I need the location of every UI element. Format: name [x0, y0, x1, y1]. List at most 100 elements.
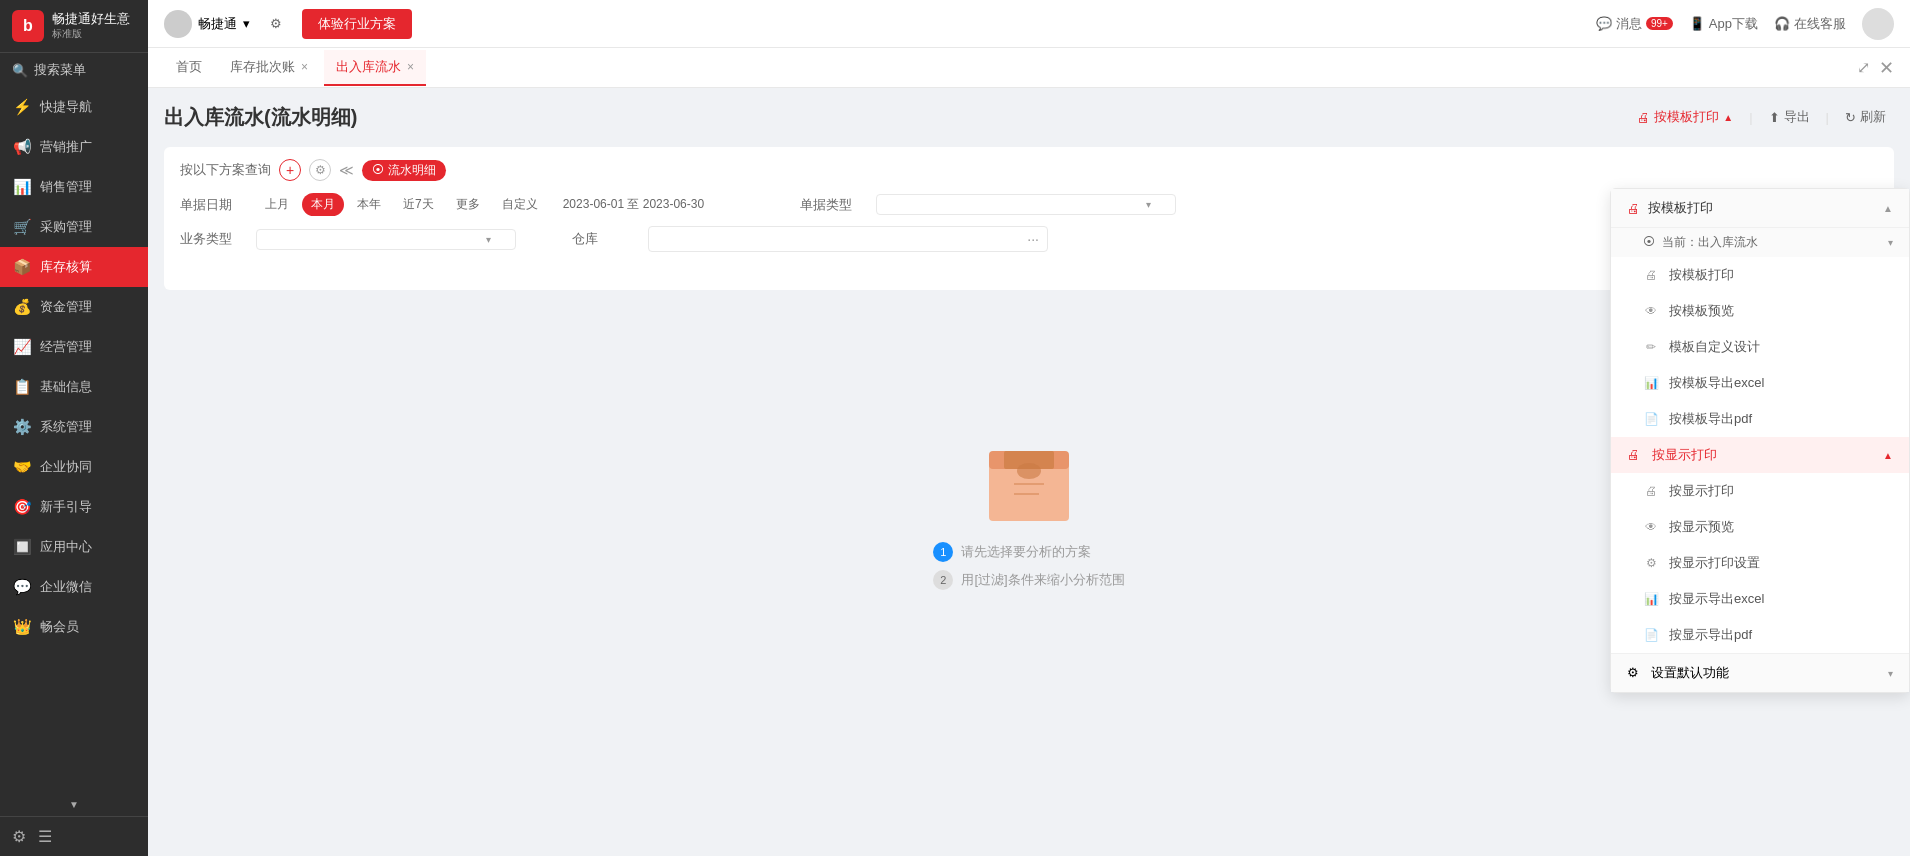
user-avatar[interactable] [1862, 8, 1894, 40]
dropdown-template-export-excel[interactable]: 📊 按模板导出excel [1611, 365, 1909, 401]
sidebar-item-apps[interactable]: 🔲 应用中心 [0, 527, 148, 567]
warehouse-select[interactable]: ··· [648, 226, 1048, 252]
date-btn-7days[interactable]: 近7天 [394, 193, 443, 216]
display-section-label: 按显示打印 [1652, 447, 1717, 462]
sidebar-item-purchase[interactable]: 🛒 采购管理 [0, 207, 148, 247]
template-custom-label: 模板自定义设计 [1669, 338, 1760, 356]
marketing-icon: 📢 [12, 137, 32, 157]
search-icon: 🔍 [12, 63, 28, 78]
empty-steps: 1 请先选择要分析的方案 2 用[过滤]条件来缩小分析范围 [933, 542, 1124, 590]
dropdown-footer[interactable]: ⚙ 设置默认功能 ▾ [1611, 653, 1909, 692]
empty-icon [969, 426, 1089, 526]
app-download-label: App下载 [1709, 15, 1758, 33]
online-service-action[interactable]: 🎧 在线客服 [1774, 15, 1846, 33]
menu-toggle-icon[interactable]: ☰ [38, 827, 52, 846]
dropdown-display-preview[interactable]: 👁 按显示预览 [1611, 509, 1909, 545]
sidebar-item-guide[interactable]: 🎯 新手引导 [0, 487, 148, 527]
dropdown-display-section-header[interactable]: 🖨 按显示打印 ▲ [1611, 437, 1909, 473]
filter-add-button[interactable]: + [279, 159, 301, 181]
template-preview-icon: 👁 [1643, 303, 1659, 319]
settings-icon[interactable]: ⚙ [12, 827, 26, 846]
dropdown-display-print[interactable]: 🖨 按显示打印 [1611, 473, 1909, 509]
online-service-label: 在线客服 [1794, 15, 1846, 33]
refresh-icon: ↻ [1845, 110, 1856, 125]
tab-bar: 首页 库存批次账 × 出入库流水 × ⤢ ✕ [148, 48, 1910, 88]
print-template-button[interactable]: 🖨 按模板打印 ▲ [1629, 104, 1741, 130]
export-icon: ⬆ [1769, 110, 1780, 125]
main-content: 畅捷通 ▾ ⚙ 体验行业方案 💬 消息 99+ 📱 App下载 🎧 [148, 0, 1910, 856]
biz-type-select[interactable]: ▾ [256, 229, 516, 250]
dropdown-template-custom[interactable]: ✏ 模板自定义设计 [1611, 329, 1909, 365]
dropdown-current-section[interactable]: ⦿ 当前：出入库流水 ▾ [1611, 228, 1909, 257]
filter-collapse-button[interactable]: ≪ [339, 162, 354, 178]
display-excel-icon: 📊 [1643, 591, 1659, 607]
purchase-icon: 🛒 [12, 217, 32, 237]
date-btn-custom[interactable]: 自定义 [493, 193, 547, 216]
date-btn-this-year[interactable]: 本年 [348, 193, 390, 216]
filter-tag[interactable]: ⦿ 流水明细 [362, 160, 446, 181]
sidebar-item-label: 快捷导航 [40, 98, 92, 116]
tab-close-all-button[interactable]: ⤢ [1857, 58, 1870, 77]
print-dropdown-panel: 🖨 按模板打印 ▲ ⦿ 当前：出入库流水 ▾ 🖨 按模板打印 [1610, 188, 1910, 693]
message-icon: 💬 [1596, 16, 1612, 31]
sidebar-item-member[interactable]: 👑 畅会员 [0, 607, 148, 647]
dropdown-template-preview[interactable]: 👁 按模板预览 [1611, 293, 1909, 329]
search-menu[interactable]: 🔍 搜索菜单 [0, 53, 148, 87]
gear-button[interactable]: ⚙ [262, 10, 290, 38]
user-info[interactable]: 畅捷通 ▾ [164, 10, 250, 38]
tab-home[interactable]: 首页 [164, 50, 214, 86]
sidebar-item-basic[interactable]: 📋 基础信息 [0, 367, 148, 407]
dropdown-header[interactable]: 🖨 按模板打印 ▲ [1611, 189, 1909, 228]
date-label: 单据日期 [180, 196, 240, 214]
footer-arrow-icon: ▾ [1888, 668, 1893, 679]
sidebar-item-inventory[interactable]: 📦 库存核算 [0, 247, 148, 287]
biz-type-label: 业务类型 [180, 230, 240, 248]
tab-flow[interactable]: 出入库流水 × [324, 50, 426, 86]
date-btn-this-month[interactable]: 本月 [302, 193, 344, 216]
sidebar-item-marketing[interactable]: 📢 营销推广 [0, 127, 148, 167]
dropdown-display-export-excel[interactable]: 📊 按显示导出excel [1611, 581, 1909, 617]
export-button[interactable]: ⬆ 导出 [1761, 104, 1818, 130]
printer-header-icon: 🖨 [1627, 201, 1640, 216]
date-btn-last-month[interactable]: 上月 [256, 193, 298, 216]
tab-flow-label: 出入库流水 [336, 58, 401, 76]
warehouse-label: 仓库 [572, 230, 632, 248]
sidebar-item-operations[interactable]: 📈 经营管理 [0, 327, 148, 367]
sidebar-item-finance[interactable]: 💰 资金管理 [0, 287, 148, 327]
message-action[interactable]: 💬 消息 99+ [1596, 15, 1673, 33]
dropdown-display-print-settings[interactable]: ⚙ 按显示打印设置 [1611, 545, 1909, 581]
toolbar: 🖨 按模板打印 ▲ | ⬆ 导出 | ↻ 刷新 [1629, 104, 1894, 130]
user-name: 畅捷通 [198, 15, 237, 33]
date-btn-more[interactable]: 更多 [447, 193, 489, 216]
tab-batch-account-close[interactable]: × [301, 60, 308, 74]
doc-type-label: 单据类型 [800, 196, 860, 214]
dropdown-template-print[interactable]: 🖨 按模板打印 [1611, 257, 1909, 293]
tab-batch-account[interactable]: 库存批次账 × [218, 50, 320, 86]
dropdown-display-export-pdf[interactable]: 📄 按显示导出pdf [1611, 617, 1909, 653]
sidebar-item-label: 营销推广 [40, 138, 92, 156]
sidebar-item-collab[interactable]: 🤝 企业协同 [0, 447, 148, 487]
avatar [164, 10, 192, 38]
refresh-button[interactable]: ↻ 刷新 [1837, 104, 1894, 130]
date-range: 2023-06-01 至 2023-06-30 [563, 196, 704, 213]
doc-type-select[interactable]: ▾ [876, 194, 1176, 215]
sidebar-item-system[interactable]: ⚙️ 系统管理 [0, 407, 148, 447]
sidebar-item-label: 经营管理 [40, 338, 92, 356]
industry-btn[interactable]: 体验行业方案 [302, 9, 412, 39]
sidebar-item-label: 企业协同 [40, 458, 92, 476]
empty-step-2: 2 用[过滤]条件来缩小分析范围 [933, 570, 1124, 590]
dropdown-template-export-pdf[interactable]: 📄 按模板导出pdf [1611, 401, 1909, 437]
scroll-down-arrow[interactable]: ▼ [69, 799, 79, 810]
tab-expand-icon[interactable]: ✕ [1879, 57, 1894, 79]
tab-flow-close[interactable]: × [407, 60, 414, 74]
sidebar-item-quick-nav[interactable]: ⚡ 快捷导航 [0, 87, 148, 127]
sidebar-item-wechat[interactable]: 💬 企业微信 [0, 567, 148, 607]
chevron-up-icon: ▲ [1723, 112, 1733, 123]
print-template-label: 按模板打印 [1654, 108, 1719, 126]
sidebar-item-sales[interactable]: 📊 销售管理 [0, 167, 148, 207]
search-label: 搜索菜单 [34, 61, 86, 79]
filter-settings-button[interactable]: ⚙ [309, 159, 331, 181]
app-download-action[interactable]: 📱 App下载 [1689, 15, 1758, 33]
filter-label: 按以下方案查询 [180, 161, 271, 179]
wechat-icon: 💬 [12, 577, 32, 597]
